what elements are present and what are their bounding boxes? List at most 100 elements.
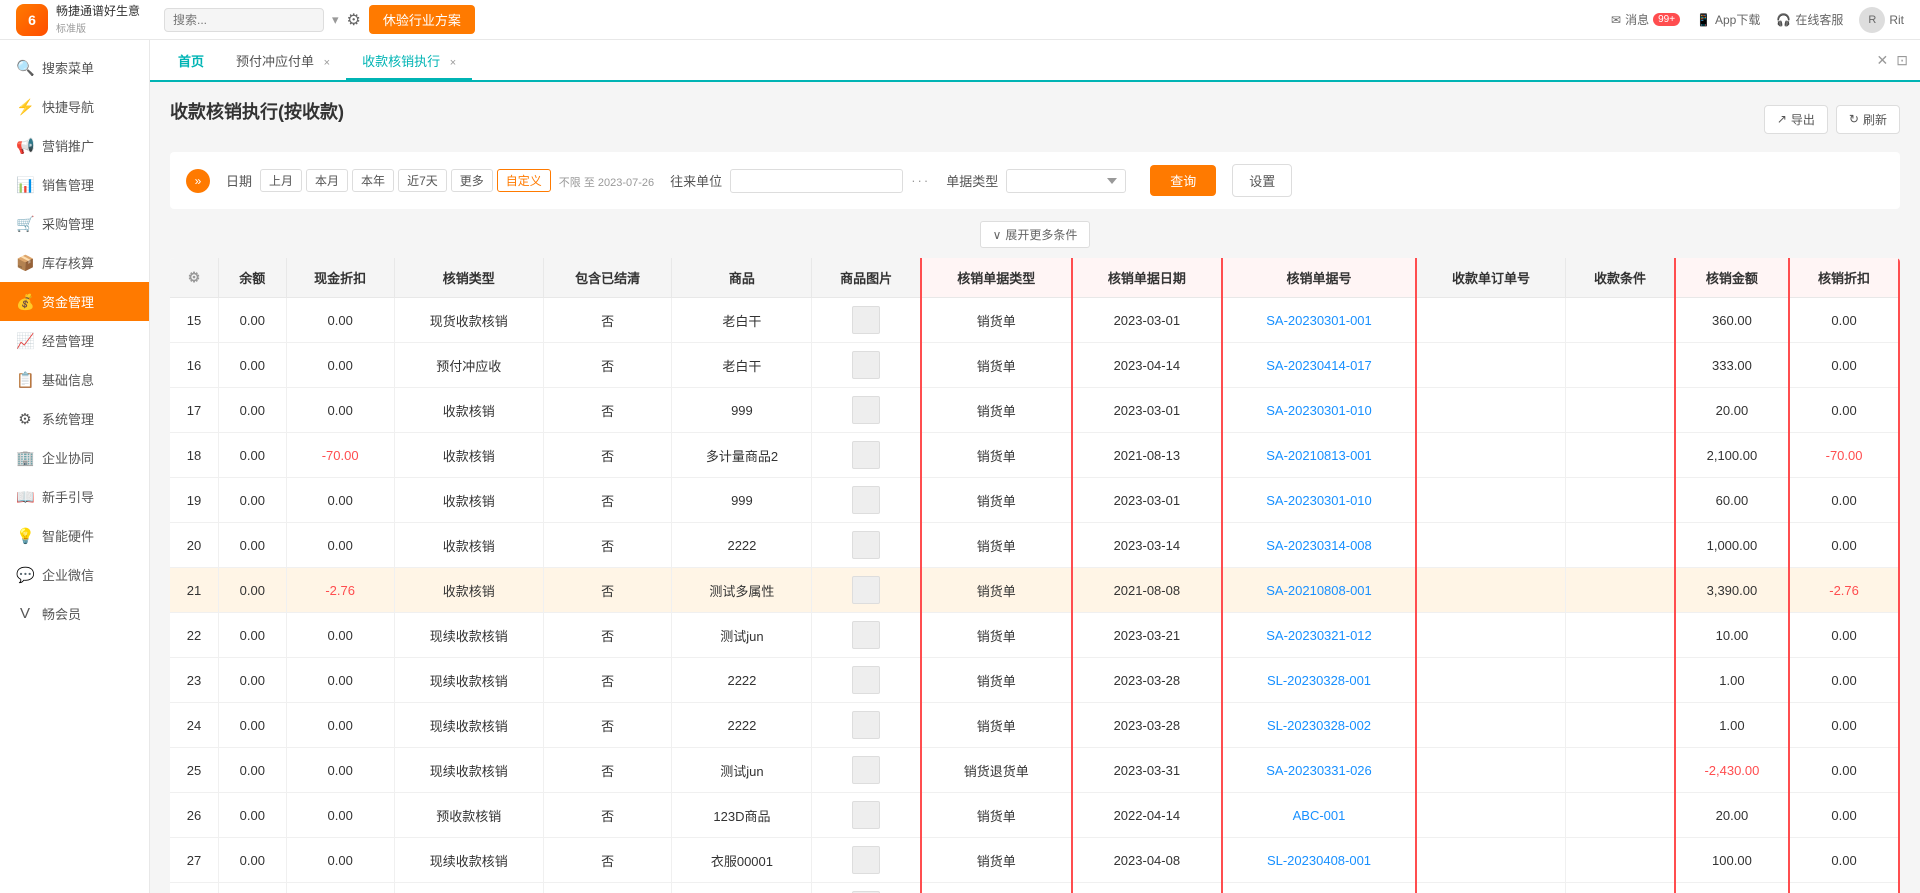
verify-no-link[interactable]: SL-20230328-001 xyxy=(1267,673,1371,688)
tab-home[interactable]: 首页 xyxy=(162,43,220,78)
cell-verify-no[interactable]: SL-20230328-001 xyxy=(1222,658,1416,703)
cell-cash-discount: 0.00 xyxy=(286,883,394,893)
verify-no-link[interactable]: SA-20230331-026 xyxy=(1266,763,1372,778)
cell-cash-discount: 0.00 xyxy=(286,298,394,343)
sidebar-item-business[interactable]: 📈 经营管理 xyxy=(0,321,149,360)
tab-close-prepaid[interactable]: × xyxy=(324,57,330,69)
cell-verify-no[interactable]: SL-20230408-001 xyxy=(1222,838,1416,883)
cell-cash-discount: 0.00 xyxy=(286,523,394,568)
verify-no-link[interactable]: SL-20230408-001 xyxy=(1267,853,1371,868)
date-btn-more[interactable]: 更多 xyxy=(451,169,493,192)
sidebar-item-enterprise[interactable]: 🏢 企业协同 xyxy=(0,438,149,477)
maximize-window-btn[interactable]: ⊡ xyxy=(1896,52,1908,69)
query-button[interactable]: 查询 xyxy=(1150,165,1216,196)
cell-verify-type: 现续收款核销 xyxy=(394,748,543,793)
verify-no-link[interactable]: SA-20230301-010 xyxy=(1266,403,1372,418)
user-avatar[interactable]: R Rit xyxy=(1859,7,1904,33)
verify-no-link[interactable]: SA-20230314-008 xyxy=(1266,538,1372,553)
verify-no-link[interactable]: ABC-001 xyxy=(1293,808,1346,823)
cell-goods: 老白干 xyxy=(672,343,812,388)
cell-receipt-order-no xyxy=(1416,478,1566,523)
cell-verify-type: 现货收款核销 xyxy=(394,298,543,343)
tab-close-receipt-verify[interactable]: × xyxy=(450,57,456,69)
table-row: 16 0.00 0.00 预付冲应收 否 老白干 销货单 2023-04-14 … xyxy=(170,343,1899,388)
sidebar-item-quick-nav[interactable]: ⚡ 快捷导航 xyxy=(0,87,149,126)
cell-verify-no[interactable]: SA-20230301-001 xyxy=(1222,298,1416,343)
sidebar-item-sales[interactable]: 📊 销售管理 xyxy=(0,165,149,204)
sidebar-item-inventory[interactable]: 📦 库存核算 xyxy=(0,243,149,282)
sidebar-item-search[interactable]: 🔍 搜索菜单 xyxy=(0,48,149,87)
cell-receipt-cond xyxy=(1566,703,1675,748)
cell-verify-no[interactable]: SA-20230314-008 xyxy=(1222,523,1416,568)
cell-verify-no[interactable]: SA-20230414-017 xyxy=(1222,343,1416,388)
table-row: 21 0.00 -2.76 收款核销 否 测试多属性 销货单 2021-08-0… xyxy=(170,568,1899,613)
close-window-btn[interactable]: ✕ xyxy=(1877,52,1889,69)
date-btn-this-month[interactable]: 本月 xyxy=(306,169,348,192)
verify-no-link[interactable]: SA-20210813-001 xyxy=(1266,448,1372,463)
dropdown-arrow-icon[interactable]: ▾ xyxy=(332,12,339,28)
cell-verify-no[interactable]: SL-20230418-001 xyxy=(1222,883,1416,893)
refresh-button[interactable]: ↻ 刷新 xyxy=(1836,105,1900,134)
table-settings-icon[interactable]: ⚙ xyxy=(188,269,201,285)
cell-verify-no[interactable]: SL-20230328-002 xyxy=(1222,703,1416,748)
sidebar-item-purchase[interactable]: 🛒 采购管理 xyxy=(0,204,149,243)
industry-solution-button[interactable]: 休验行业方案 xyxy=(369,5,475,34)
col-header-verify-amount: 核销金额 xyxy=(1675,258,1789,298)
online-service-btn[interactable]: 🎧 在线客服 xyxy=(1776,11,1843,28)
sidebar-item-finance[interactable]: 💰 资金管理 xyxy=(0,282,149,321)
cell-verify-no[interactable]: SA-20230301-010 xyxy=(1222,388,1416,433)
cell-idx: 21 xyxy=(170,568,219,613)
sidebar-item-base-info[interactable]: 📋 基础信息 xyxy=(0,360,149,399)
sidebar-item-system[interactable]: ⚙ 系统管理 xyxy=(0,399,149,438)
date-btn-last-month[interactable]: 上月 xyxy=(260,169,302,192)
sidebar-item-wechat[interactable]: 💬 企业微信 xyxy=(0,555,149,594)
sidebar-label-guide: 新手引导 xyxy=(42,487,94,506)
cell-goods-image xyxy=(812,343,921,388)
verify-no-link[interactable]: SL-20230328-002 xyxy=(1267,718,1371,733)
date-btn-7days[interactable]: 近7天 xyxy=(398,169,447,192)
expand-conditions-button[interactable]: ∨ 展开更多条件 xyxy=(980,221,1091,248)
cell-verify-type: 收款核销 xyxy=(394,388,543,433)
verify-no-link[interactable]: SA-20230301-010 xyxy=(1266,493,1372,508)
sidebar-item-guide[interactable]: 📖 新手引导 xyxy=(0,477,149,516)
cell-verify-no[interactable]: SA-20230321-012 xyxy=(1222,613,1416,658)
verify-no-link[interactable]: SA-20230301-001 xyxy=(1266,313,1372,328)
cell-verify-type: 收款核销 xyxy=(394,523,543,568)
verify-no-link[interactable]: SA-20230321-012 xyxy=(1266,628,1372,643)
message-btn[interactable]: ✉ 消息 99+ xyxy=(1611,11,1680,28)
cell-verify-discount: 0.00 xyxy=(1789,613,1899,658)
cell-verify-discount: 0.00 xyxy=(1789,478,1899,523)
cell-goods-image xyxy=(812,703,921,748)
doc-type-select[interactable] xyxy=(1006,169,1126,193)
cell-receipt-cond xyxy=(1566,523,1675,568)
cell-verify-no[interactable]: SA-20210808-001 xyxy=(1222,568,1416,613)
counterpart-input[interactable] xyxy=(730,169,903,193)
table-row: 23 0.00 0.00 现续收款核销 否 2222 销货单 2023-03-2… xyxy=(170,658,1899,703)
sidebar-item-marketing[interactable]: 📢 营销推广 xyxy=(0,126,149,165)
export-button[interactable]: ↗ 导出 xyxy=(1764,105,1828,134)
date-btn-custom[interactable]: 自定义 xyxy=(497,169,551,192)
filter-settings-button[interactable]: 设置 xyxy=(1232,164,1292,197)
col-header-idx[interactable]: ⚙ xyxy=(170,258,219,298)
cell-verify-no[interactable]: SA-20210813-001 xyxy=(1222,433,1416,478)
top-search-input[interactable] xyxy=(164,8,324,32)
date-quick-btns: 上月 本月 本年 近7天 更多 自定义 xyxy=(260,169,551,192)
cell-verify-no[interactable]: SA-20230331-026 xyxy=(1222,748,1416,793)
app-download-btn[interactable]: 📱 App下载 xyxy=(1696,11,1760,28)
tab-prepaid[interactable]: 预付冲应付单 × xyxy=(220,43,346,78)
sidebar-item-member[interactable]: V 畅会员 xyxy=(0,594,149,633)
table-row: 24 0.00 0.00 现续收款核销 否 2222 销货单 2023-03-2… xyxy=(170,703,1899,748)
cell-verify-no[interactable]: SA-20230301-010 xyxy=(1222,478,1416,523)
cell-verify-no[interactable]: ABC-001 xyxy=(1222,793,1416,838)
cell-verify-date: 2023-04-18 xyxy=(1072,883,1223,893)
expand-filter-button[interactable]: » xyxy=(186,169,210,193)
verify-no-link[interactable]: SA-20210808-001 xyxy=(1266,583,1372,598)
verify-no-link[interactable]: SA-20230414-017 xyxy=(1266,358,1372,373)
date-btn-this-year[interactable]: 本年 xyxy=(352,169,394,192)
cell-receipt-cond xyxy=(1566,298,1675,343)
sidebar-item-hardware[interactable]: 💡 智能硬件 xyxy=(0,516,149,555)
settings-icon[interactable]: ⚙ xyxy=(347,10,361,30)
doc-type-label: 单据类型 xyxy=(946,171,998,190)
tab-receipt-verify[interactable]: 收款核销执行 × xyxy=(346,43,472,80)
hardware-icon: 💡 xyxy=(16,527,34,545)
